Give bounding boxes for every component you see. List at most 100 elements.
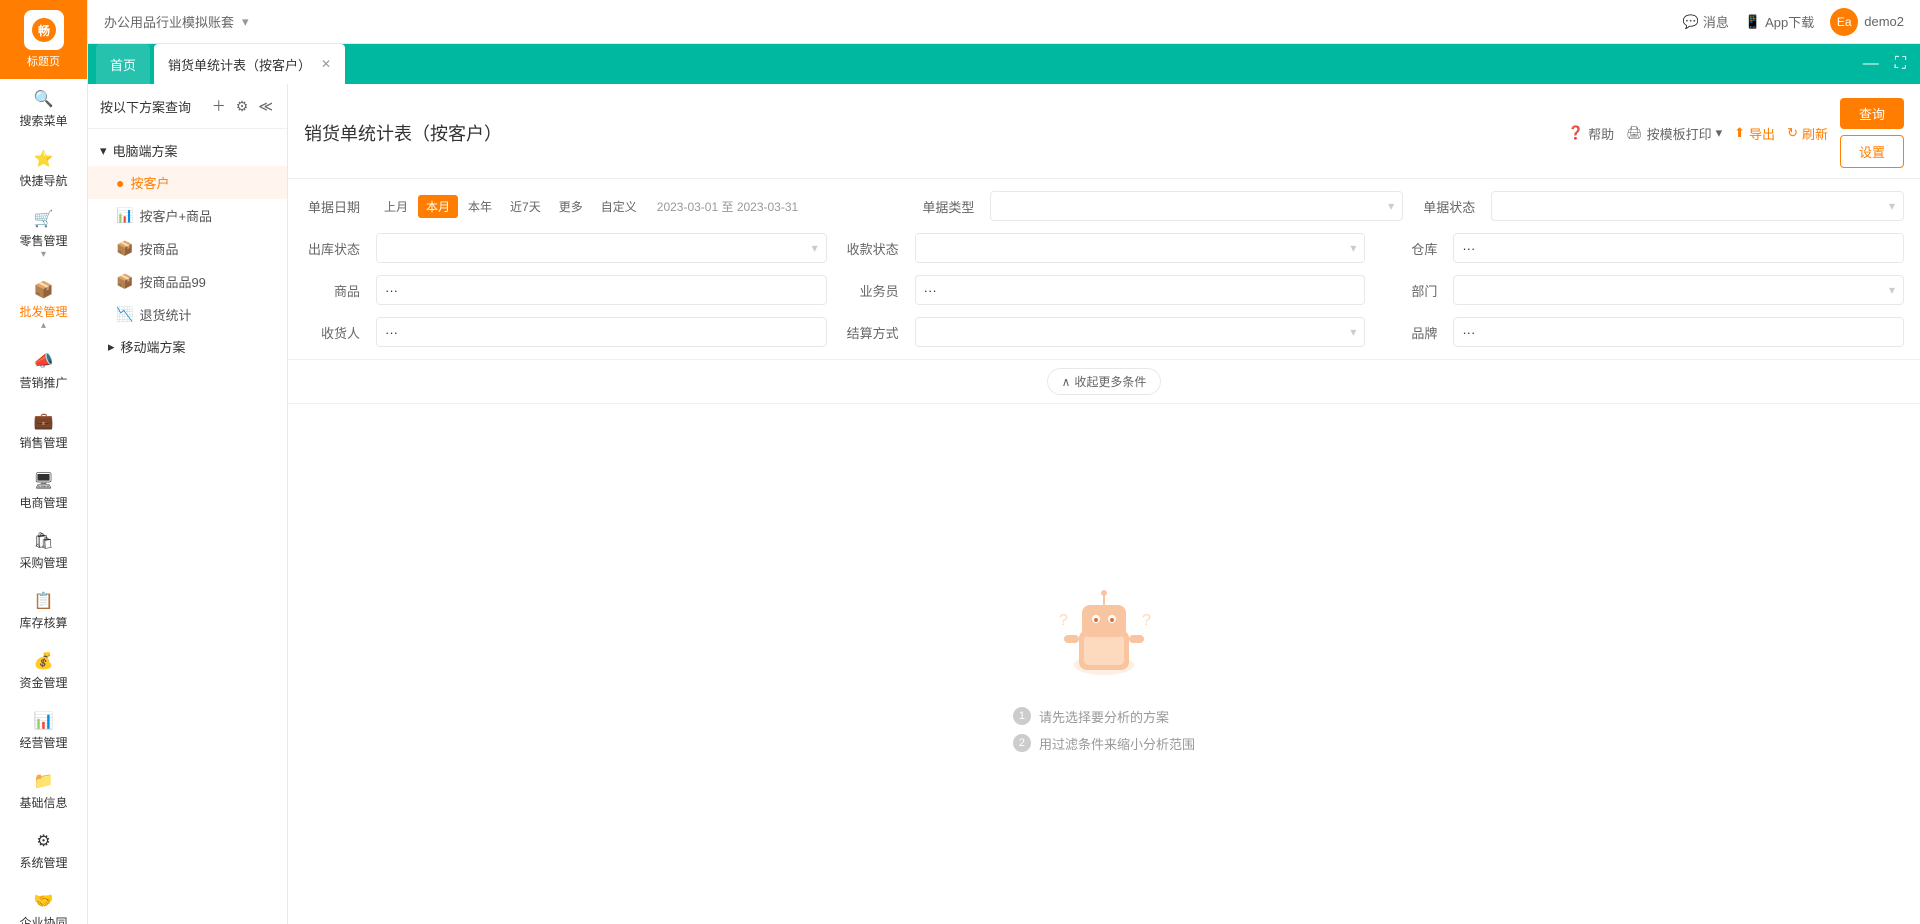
sidebar-item-enterprise[interactable]: 🤝 企业协同 — [0, 881, 87, 924]
top-header: 办公用品行业模拟账套 ▾ 💬 消息 📱 App下载 Ea demo2 — [88, 0, 1920, 44]
retail-icon: 🛒 — [34, 209, 54, 229]
date-tab-custom[interactable]: 自定义 — [593, 195, 645, 218]
sidebar-item-purchase[interactable]: 🛍 采购管理 — [0, 521, 87, 581]
print-dropdown-icon: ▾ — [1716, 125, 1723, 141]
tab-sales-stat[interactable]: 销货单统计表（按客户） ✕ — [154, 44, 345, 84]
refund-icon: 📉 — [116, 306, 133, 323]
department-field[interactable]: ▾ — [1453, 275, 1904, 305]
filter-area: 单据日期 上月 本月 本年 近7天 更多 自定义 2023-03-01 至 20… — [288, 179, 1920, 360]
scheme-item-refund-stat[interactable]: 📉 退货统计 — [88, 298, 287, 331]
sidebar-item-quick-nav[interactable]: ⭐ 快捷导航 — [0, 139, 87, 199]
window-minimize-icon[interactable]: — — [1857, 55, 1885, 73]
sidebar-item-label: 企业协同 — [19, 914, 67, 924]
scheme-collapse-button[interactable]: ≪ — [256, 94, 275, 118]
print-icon: 🖨 — [1626, 125, 1643, 141]
chevron-down-icon[interactable]: ▾ — [1889, 283, 1895, 297]
hint-text-2: 用过滤条件来缩小分析范围 — [1039, 734, 1195, 753]
scheme-item-by-product[interactable]: 📦 按商品 — [88, 232, 287, 265]
scheme-item-by-customer[interactable]: ● 按客户 — [88, 166, 287, 199]
sidebar-item-inventory[interactable]: 📋 库存核算 — [0, 581, 87, 641]
chevron-down-icon[interactable]: ▾ — [1889, 199, 1895, 213]
sidebar-item-system[interactable]: ⚙ 系统管理 — [0, 821, 87, 881]
chevron-down-icon[interactable]: ▾ — [1350, 241, 1356, 255]
empty-hints: 1 请先选择要分析的方案 2 用过滤条件来缩小分析范围 — [1013, 707, 1195, 753]
chevron-down-icon[interactable]: ▾ — [1350, 325, 1356, 339]
brand-field[interactable]: ··· — [1453, 317, 1904, 347]
sidebar-item-marketing[interactable]: 📣 营销推广 — [0, 341, 87, 401]
purchase-icon: 🛍 — [33, 531, 53, 551]
quick-nav-icon: ⭐ — [34, 149, 54, 169]
print-button[interactable]: 🖨 按模板打印 ▾ — [1626, 124, 1722, 143]
main-area: 办公用品行业模拟账套 ▾ 💬 消息 📱 App下载 Ea demo2 首页 — [88, 0, 1920, 924]
salesperson-field[interactable]: ··· — [915, 275, 1366, 305]
date-tab-7days[interactable]: 近7天 — [502, 195, 549, 218]
scheme-item-by-customer-product[interactable]: 📊 按客户+商品 — [88, 199, 287, 232]
date-tab-last-month[interactable]: 上月 — [376, 195, 416, 218]
scheme-item-label: 按商品 — [139, 239, 178, 258]
enterprise-icon: 🤝 — [34, 891, 54, 911]
query-button[interactable]: 查询 — [1840, 98, 1904, 129]
app-download-button[interactable]: 📱 App下载 — [1745, 12, 1814, 31]
recipient-field[interactable]: ··· — [376, 317, 827, 347]
right-content: 销货单统计表（按客户） ❓ 帮助 🖨 按模板打印 ▾ ⬆ 导出 — [288, 84, 1920, 924]
content-area: 按以下方案查询 ＋ ⚙ ≪ ▾ 电脑端方案 ● 按客户 — [88, 84, 1920, 924]
scheme-group-mobile-header[interactable]: ▸ 移动端方案 — [88, 331, 287, 362]
collapse-button[interactable]: ∧ 收起更多条件 — [1047, 368, 1162, 395]
settings-button[interactable]: 设置 — [1840, 135, 1904, 168]
sidebar-item-finance[interactable]: 💰 资金管理 — [0, 641, 87, 701]
tab-home[interactable]: 首页 — [96, 44, 150, 84]
scheme-group-desktop-header[interactable]: ▾ 电脑端方案 — [88, 135, 287, 166]
sidebar-navigation: 🔍 搜索菜单 ⭐ 快捷导航 🛒 零售管理 ▾ 📦 批发管理 ▴ 📣 营销推广 💼… — [0, 79, 87, 924]
product-field[interactable]: ··· — [376, 275, 827, 305]
search-icon: 🔍 — [34, 89, 54, 109]
user-menu[interactable]: Ea demo2 — [1830, 8, 1904, 36]
help-button[interactable]: ❓ 帮助 — [1568, 124, 1614, 143]
chevron-down-icon[interactable]: ▾ — [1388, 199, 1394, 213]
out-status-field[interactable]: ▾ — [376, 233, 827, 263]
message-icon: 💬 — [1683, 14, 1699, 30]
sidebar-item-label: 采购管理 — [19, 554, 67, 571]
sales-icon: 💼 — [34, 411, 54, 431]
sidebar-item-sales[interactable]: 💼 销售管理 — [0, 401, 87, 461]
scheme-edit-button[interactable]: ⚙ — [234, 94, 251, 118]
brand-label: 品牌 — [1381, 323, 1437, 342]
receipt-status-field[interactable]: ▾ — [915, 233, 1366, 263]
chevron-down-icon[interactable]: ▾ — [812, 241, 818, 255]
date-tab-this-month[interactable]: 本月 — [418, 195, 458, 218]
sidebar-item-ecommerce[interactable]: 🖥 电商管理 — [0, 461, 87, 521]
header-right: 💬 消息 📱 App下载 Ea demo2 — [1683, 8, 1904, 36]
sidebar-item-wholesale[interactable]: 📦 批发管理 ▴ — [0, 270, 87, 341]
empty-hint-2: 2 用过滤条件来缩小分析范围 — [1013, 734, 1195, 753]
salesperson-dots: ··· — [924, 283, 1357, 298]
help-icon: ❓ — [1568, 125, 1584, 141]
filter-row-4: 收货人 ··· 结算方式 ▾ 品牌 ··· — [304, 317, 1904, 347]
export-button[interactable]: ⬆ 导出 — [1734, 124, 1775, 143]
sidebar-item-retail[interactable]: 🛒 零售管理 ▾ — [0, 199, 87, 270]
scheme-item-label: 按商品品99 — [139, 272, 205, 291]
warehouse-field[interactable]: ··· — [1453, 233, 1904, 263]
date-tab-this-year[interactable]: 本年 — [460, 195, 500, 218]
doc-type-field[interactable]: ▾ — [990, 191, 1403, 221]
doc-status-field[interactable]: ▾ — [1491, 191, 1904, 221]
tab-close-icon[interactable]: ✕ — [321, 57, 331, 71]
sidebar-item-operation[interactable]: 📊 经营管理 — [0, 701, 87, 761]
logo[interactable]: 畅 标题页 — [0, 0, 87, 79]
doc-status-label: 单据状态 — [1419, 197, 1475, 216]
sidebar-item-label: 资金管理 — [19, 674, 67, 691]
brand-dots: ··· — [1462, 325, 1895, 340]
sidebar-item-label: 销售管理 — [19, 434, 67, 451]
scheme-subgroup-label: 移动端方案 — [121, 337, 186, 356]
message-button[interactable]: 💬 消息 — [1683, 12, 1729, 31]
industry-dropdown-icon[interactable]: ▾ — [242, 14, 249, 30]
sidebar-item-search[interactable]: 🔍 搜索菜单 — [0, 79, 87, 139]
scheme-item-label: 按客户+商品 — [139, 206, 212, 225]
product-label: 商品 — [304, 281, 360, 300]
sidebar-item-basic[interactable]: 📁 基础信息 — [0, 761, 87, 821]
window-maximize-icon[interactable]: ⛶ — [1889, 55, 1912, 73]
operation-icon: 📊 — [34, 711, 54, 731]
scheme-item-by-product-99[interactable]: 📦 按商品品99 — [88, 265, 287, 298]
refresh-button[interactable]: ↻ 刷新 — [1787, 124, 1828, 143]
scheme-add-button[interactable]: ＋ — [210, 94, 228, 118]
date-tab-more[interactable]: 更多 — [551, 195, 591, 218]
payment-method-field[interactable]: ▾ — [915, 317, 1366, 347]
